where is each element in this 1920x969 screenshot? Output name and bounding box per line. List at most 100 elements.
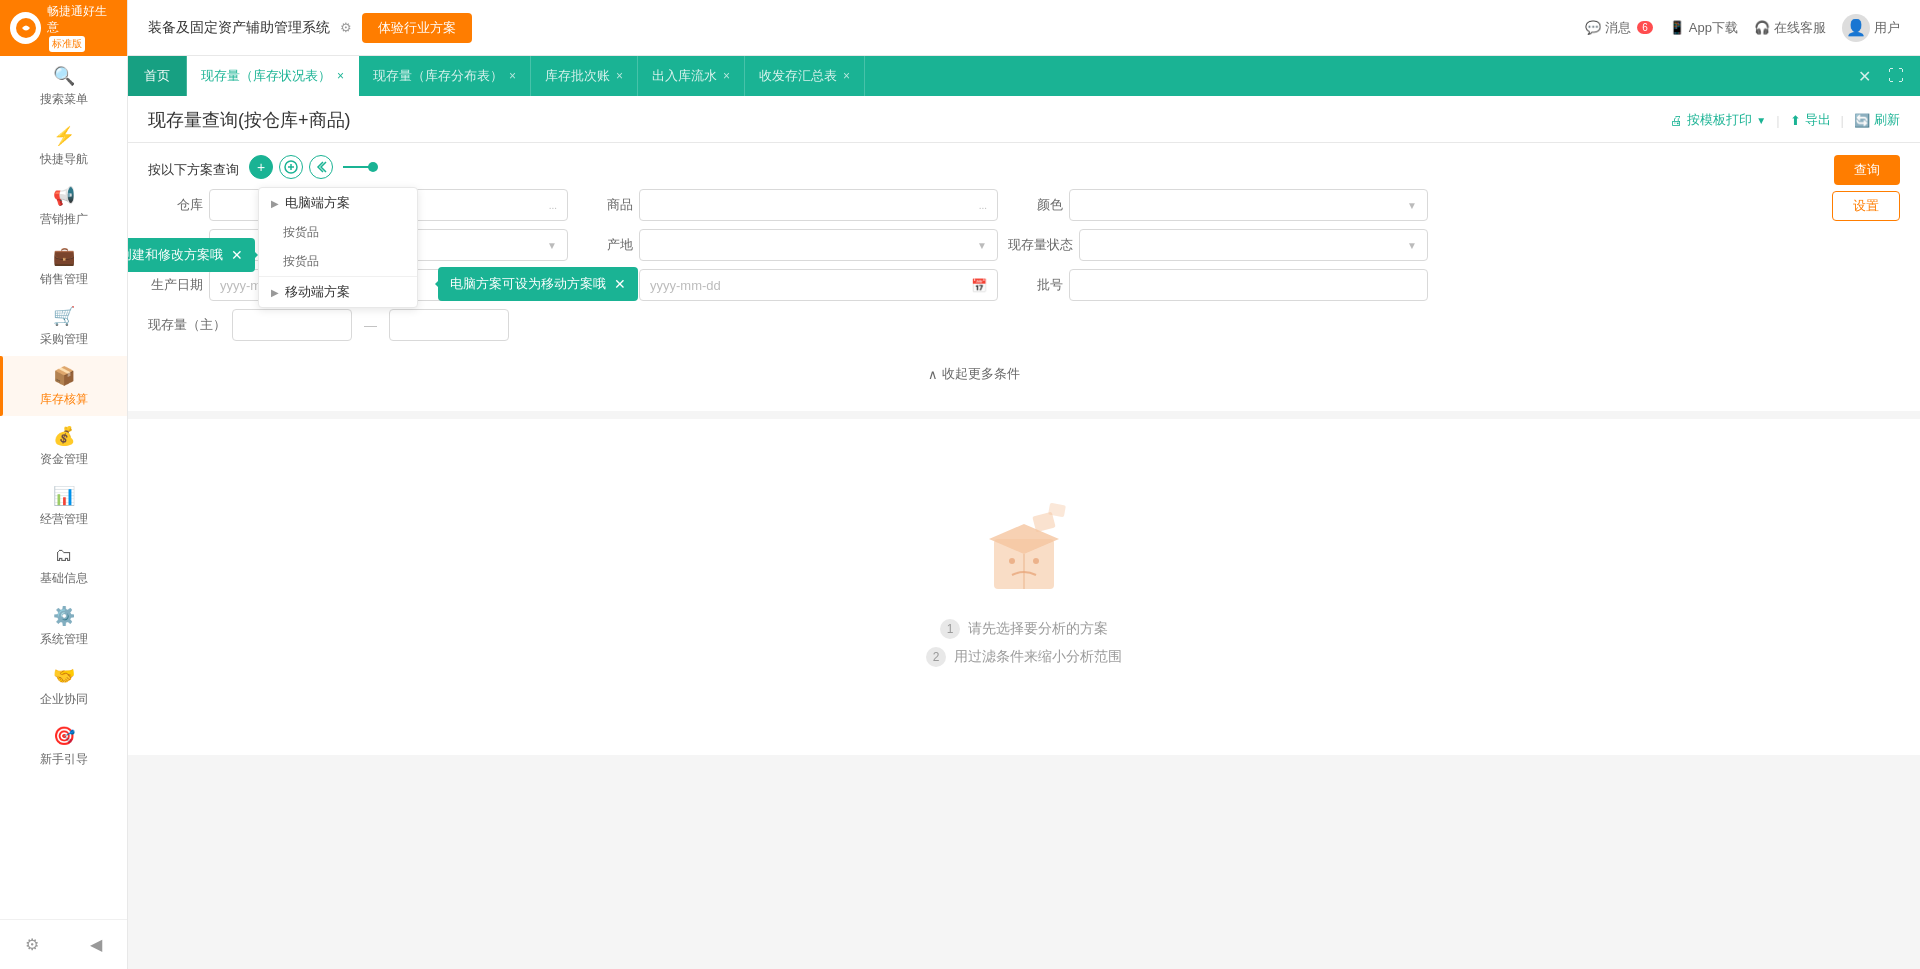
sidebar-item-guide[interactable]: 🎯 新手引导 xyxy=(0,716,127,776)
sidebar-item-purchase[interactable]: 🛒 采购管理 xyxy=(0,296,127,356)
scheme-panel-mobile[interactable]: ▶ 移动端方案 xyxy=(259,276,417,307)
filter-field-stock-status: 现存量状态 ▼ xyxy=(1008,229,1428,261)
trial-btn[interactable]: 体验行业方案 xyxy=(362,13,472,43)
sidebar-item-management[interactable]: 📊 经营管理 xyxy=(0,476,127,536)
tab-home[interactable]: 首页 xyxy=(128,56,187,96)
tab-inventory-status-label: 现存量（库存状况表） xyxy=(201,67,331,85)
empty-state: 1 请先选择要分析的方案 2 用过滤条件来缩小分析范围 xyxy=(128,419,1920,755)
logo-text: 畅捷通好生意 xyxy=(47,4,117,35)
sidebar-collapse-btn[interactable]: ◀ xyxy=(90,935,102,954)
scheme-panel-computer[interactable]: ▶ 电脑端方案 xyxy=(259,188,417,218)
stock-main-from[interactable] xyxy=(232,309,352,341)
tab-batch-ledger-close[interactable]: × xyxy=(616,69,623,83)
scheme-panel-computer-sub[interactable]: 按货品 xyxy=(259,218,417,247)
origin-label: 产地 xyxy=(578,236,633,254)
collapse-btn[interactable]: ∧ 收起更多条件 xyxy=(928,357,1020,391)
goods-select[interactable]: ... xyxy=(639,189,998,221)
sidebar-settings-btn[interactable]: ⚙ xyxy=(25,935,39,954)
tab-batch-ledger[interactable]: 库存批次账 × xyxy=(531,56,638,96)
sidebar-item-system[interactable]: ⚙️ 系统管理 xyxy=(0,596,127,656)
print-dropdown-icon[interactable]: ▼ xyxy=(1756,115,1766,126)
batch-input[interactable] xyxy=(1069,269,1428,301)
scheme-back-btn[interactable] xyxy=(309,155,333,179)
filter-field-batch: 批号 xyxy=(1008,269,1428,301)
color-select[interactable]: ▼ xyxy=(1069,189,1428,221)
sidebar-item-basic[interactable]: 🗂 基础信息 xyxy=(0,536,127,596)
purchase-icon: 🛒 xyxy=(53,305,75,327)
sidebar-item-quicknav[interactable]: ⚡ 快捷导航 xyxy=(0,116,127,176)
tab-inventory-status-close[interactable]: × xyxy=(337,69,344,83)
hint-num-1: 1 xyxy=(940,619,960,639)
app-download-action[interactable]: 📱 App下载 xyxy=(1669,19,1738,37)
quick-nav-icon: ⚡ xyxy=(53,125,75,147)
scheme-tip-popover: 电脑方案可设为移动方案哦 ✕ xyxy=(438,267,638,301)
tab-batch-ledger-label: 库存批次账 xyxy=(545,67,610,85)
sidebar-item-enterprise[interactable]: 🤝 企业协同 xyxy=(0,656,127,716)
tab-collect-send-close[interactable]: × xyxy=(843,69,850,83)
main-area: 装备及固定资产辅助管理系统 ⚙ 体验行业方案 💬 消息 6 📱 App下载 🎧 … xyxy=(128,0,1920,969)
scheme-panel-computer-sub2[interactable]: 按货品 xyxy=(259,247,417,276)
edit-tip-close[interactable]: ✕ xyxy=(231,247,243,263)
tab-inventory-dist[interactable]: 现存量（库存分布表） × xyxy=(359,56,531,96)
tab-inventory-status[interactable]: 现存量（库存状况表） × xyxy=(187,56,359,96)
headset-icon: 🎧 xyxy=(1754,20,1770,35)
content-area: 现存量查询(按仓库+商品) 🖨 按模板打印 ▼ | ⬆ 导出 | 🔄 xyxy=(128,96,1920,969)
tab-inout-flow[interactable]: 出入库流水 × xyxy=(638,56,745,96)
refresh-btn[interactable]: 🔄 刷新 xyxy=(1854,111,1900,129)
hint-text-1: 请先选择要分析的方案 xyxy=(968,620,1108,638)
refresh-icon: 🔄 xyxy=(1854,113,1870,128)
message-action[interactable]: 💬 消息 6 xyxy=(1585,19,1653,37)
tab-inventory-dist-close[interactable]: × xyxy=(509,69,516,83)
sidebar-item-search[interactable]: 🔍 搜索菜单 xyxy=(0,56,127,116)
filter-field-origin: 产地 ▼ xyxy=(578,229,998,261)
stock-status-select[interactable]: ▼ xyxy=(1079,229,1428,261)
expire-date-picker[interactable]: yyyy-mm-dd 📅 xyxy=(639,269,998,301)
origin-select-arrow: ▼ xyxy=(977,240,987,251)
print-btn[interactable]: 🖨 按模板打印 ▼ xyxy=(1670,111,1766,129)
export-btn[interactable]: ⬆ 导出 xyxy=(1790,111,1831,129)
sidebar-item-inventory[interactable]: 📦 库存核算 xyxy=(0,356,127,416)
sidebar-item-sales[interactable]: 💼 销售管理 xyxy=(0,236,127,296)
prod-date-label: 生产日期 xyxy=(148,276,203,294)
page-title-row: 现存量查询(按仓库+商品) 🖨 按模板打印 ▼ | ⬆ 导出 | 🔄 xyxy=(148,108,1900,142)
tab-inout-flow-close[interactable]: × xyxy=(723,69,730,83)
stock-status-arrow: ▼ xyxy=(1407,240,1417,251)
topbar-settings-icon[interactable]: ⚙ xyxy=(340,20,352,35)
message-badge: 6 xyxy=(1637,21,1653,34)
tabbar: 首页 现存量（库存状况表） × 现存量（库存分布表） × 库存批次账 × 出入库… xyxy=(128,56,1920,96)
page-actions: 🖨 按模板打印 ▼ | ⬆ 导出 | 🔄 刷新 xyxy=(1670,111,1900,129)
topbar-right: 💬 消息 6 📱 App下载 🎧 在线客服 👤 用户 xyxy=(1585,14,1900,42)
scheme-tip-close[interactable]: ✕ xyxy=(614,276,626,292)
online-support-action[interactable]: 🎧 在线客服 xyxy=(1754,19,1826,37)
stock-main-to[interactable] xyxy=(389,309,509,341)
sidebar-item-marketing[interactable]: 📢 营销推广 xyxy=(0,176,127,236)
search-btn[interactable]: 查询 xyxy=(1834,155,1900,185)
svg-point-7 xyxy=(1033,558,1039,564)
logo-badge: 标准版 xyxy=(49,36,85,52)
sidebar-nav: 🔍 搜索菜单 ⚡ 快捷导航 📢 营销推广 💼 销售管理 🛒 采购管理 📦 库存核… xyxy=(0,56,127,919)
app-download-label: App下载 xyxy=(1689,19,1738,37)
color-label: 颜色 xyxy=(1008,196,1063,214)
goods-select-arrow: ... xyxy=(979,200,987,211)
sidebar-item-finance[interactable]: 💰 资金管理 xyxy=(0,416,127,476)
sidebar-footer: ⚙ ◀ xyxy=(0,919,127,969)
scheme-add-btn[interactable]: + xyxy=(249,155,273,179)
scheme-edit-btn[interactable] xyxy=(279,155,303,179)
empty-illustration xyxy=(964,499,1084,599)
filter-row-4: 现存量（主） — xyxy=(148,309,1800,341)
tab-collect-send-label: 收发存汇总表 xyxy=(759,67,837,85)
size-select-arrow: ▼ xyxy=(547,240,557,251)
origin-select[interactable]: ▼ xyxy=(639,229,998,261)
edit-tip-popover: 这里可以创建和修改方案哦 ✕ [data-name="edit-tip-popo… xyxy=(128,238,255,272)
scheme-panel: ▶ 电脑端方案 这里可以创建和修改方案哦 ✕ [data-name="edit-… xyxy=(258,187,418,308)
filter-field-color: 颜色 ▼ xyxy=(1008,189,1428,221)
tab-fullscreen-btn[interactable]: ⛶ xyxy=(1882,62,1910,90)
filter-scheme-btns: + xyxy=(249,155,333,179)
filter-field-expire-date: 失效日期 yyyy-mm-dd 📅 xyxy=(578,269,998,301)
tab-inventory-dist-label: 现存量（库存分布表） xyxy=(373,67,503,85)
user-action[interactable]: 👤 用户 xyxy=(1842,14,1900,42)
tab-collect-send[interactable]: 收发存汇总表 × xyxy=(745,56,865,96)
tab-close-all-btn[interactable]: ✕ xyxy=(1850,62,1878,90)
reset-btn[interactable]: 设置 xyxy=(1832,191,1900,221)
batch-label: 批号 xyxy=(1008,276,1063,294)
